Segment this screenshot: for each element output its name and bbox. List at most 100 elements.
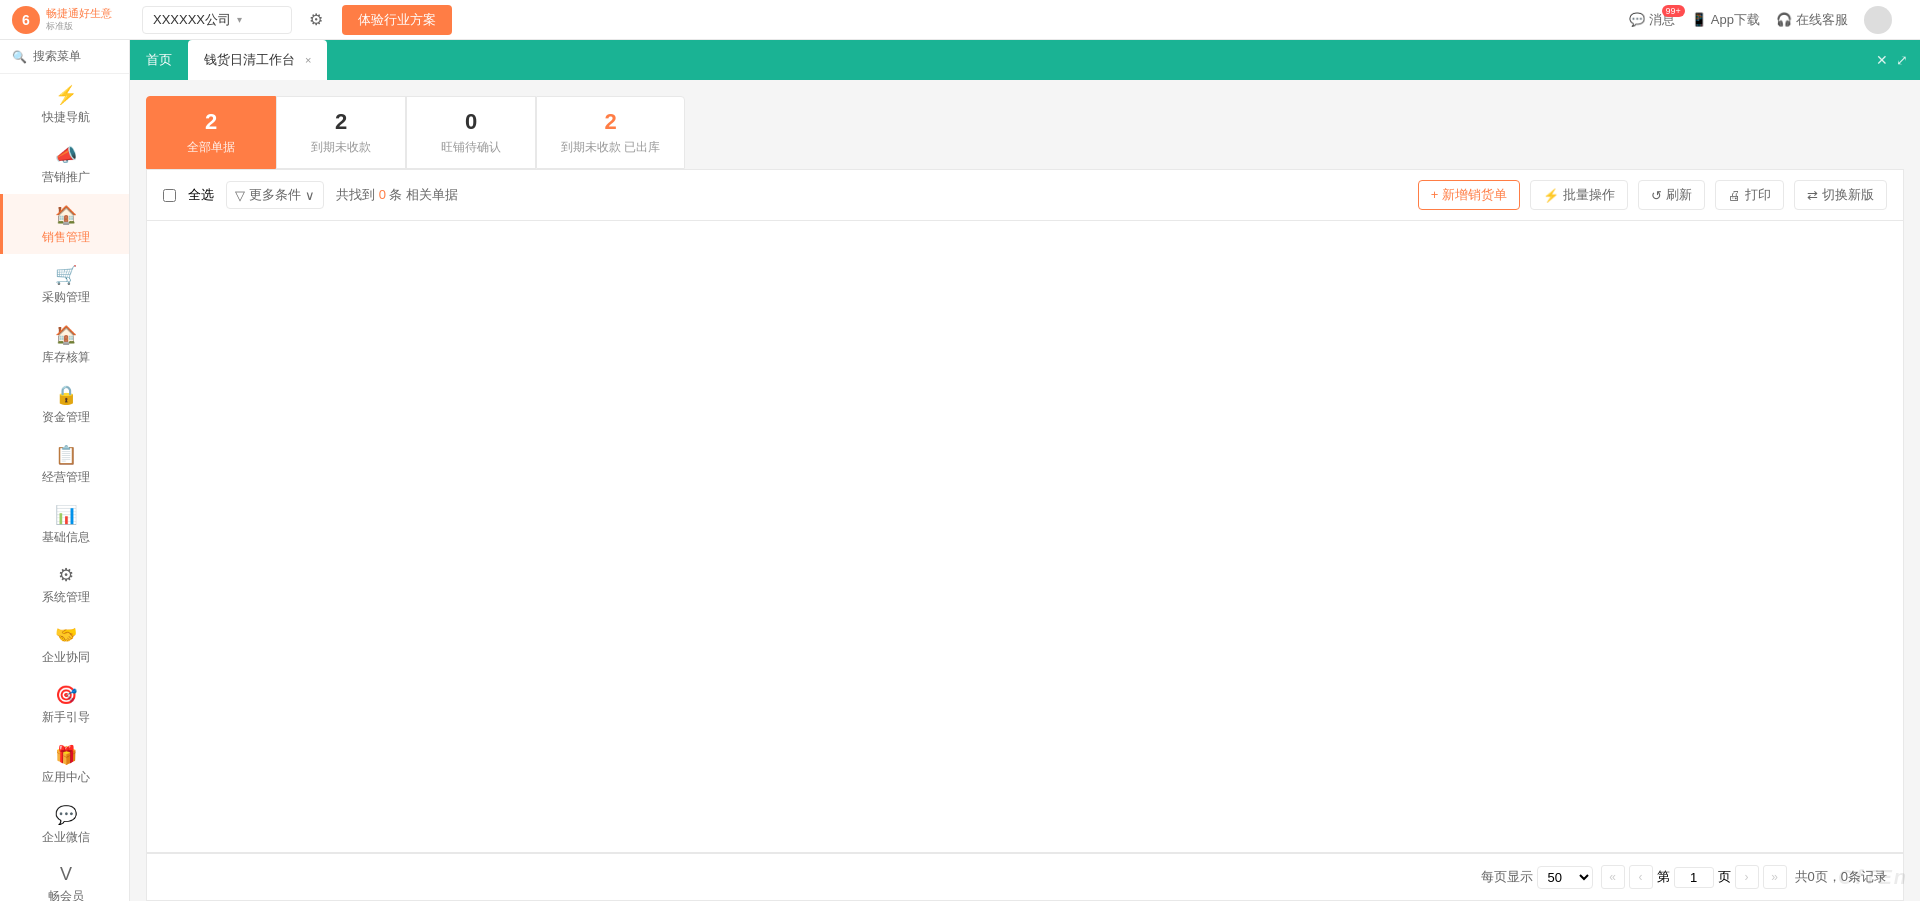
tab-close-icon[interactable]: ✕ [1876, 52, 1888, 68]
sidebar: 🔍 搜索菜单 ⚡ 快捷导航 📣 营销推广 🏠 销售管理 🛒 采购管理 🏠 库存核… [0, 40, 130, 901]
page-first-button[interactable]: « [1601, 865, 1625, 889]
sidebar-item-label: 经营管理 [42, 469, 90, 486]
tab-workbench-label: 钱货日清工作台 [204, 51, 295, 69]
toolbar-right: + 新增销货单 ⚡ 批量操作 ↺ 刷新 🖨 打印 ⇄ [1418, 180, 1887, 210]
sidebar-item-label: 企业微信 [42, 829, 90, 846]
tab-home[interactable]: 首页 [130, 40, 188, 80]
online-service-label: 在线客服 [1796, 11, 1848, 29]
page-size-selector: 每页显示 50 20 100 [1481, 866, 1593, 889]
sidebar-item-inventory[interactable]: 🏠 库存核算 [0, 314, 129, 374]
page-label-end: 页 [1718, 868, 1731, 886]
sidebar-item-operation[interactable]: 📋 经营管理 [0, 434, 129, 494]
stat-label-pending: 旺铺待确认 [441, 139, 501, 156]
message-icon: 💬 [1629, 12, 1645, 27]
sidebar-item-purchase[interactable]: 🛒 采购管理 [0, 254, 129, 314]
pagination-bar: 每页显示 50 20 100 « ‹ 第 页 › » 共0页，0条记录 [146, 853, 1904, 901]
table-area [146, 221, 1904, 853]
search-menu-item[interactable]: 🔍 搜索菜单 [0, 40, 129, 74]
sidebar-item-label: 应用中心 [42, 769, 90, 786]
print-button[interactable]: 🖨 打印 [1715, 180, 1784, 210]
sidebar-item-system[interactable]: ⚙ 系统管理 [0, 554, 129, 614]
main-layout: 🔍 搜索菜单 ⚡ 快捷导航 📣 营销推广 🏠 销售管理 🛒 采购管理 🏠 库存核… [0, 40, 1920, 901]
sidebar-item-member[interactable]: V 畅会员 [0, 854, 129, 901]
tab-bar: 首页 钱货日清工作台 × ✕ ⤢ [130, 40, 1920, 80]
select-all-checkbox[interactable] [163, 189, 176, 202]
stat-card-all[interactable]: 2 全部单据 [146, 96, 276, 169]
refresh-button[interactable]: ↺ 刷新 [1638, 180, 1705, 210]
stat-card-pending[interactable]: 0 旺铺待确认 [406, 96, 536, 169]
top-bar-right: 💬 消息 99+ 📱 App下载 🎧 在线客服 [1629, 6, 1908, 34]
tab-home-label: 首页 [146, 51, 172, 69]
search-icon: 🔍 [12, 50, 27, 64]
member-icon: V [60, 864, 72, 885]
search-menu-label: 搜索菜单 [33, 48, 81, 65]
filter-button[interactable]: ▽ 更多条件 ∨ [226, 181, 324, 209]
app-download-label: App下载 [1711, 11, 1760, 29]
stat-card-overdue[interactable]: 2 到期未收款 [276, 96, 406, 169]
per-page-label: 每页显示 [1481, 868, 1533, 886]
purchase-icon: 🛒 [55, 264, 77, 286]
top-bar: 6 畅捷通好生意 标准版 XXXXXX公司 ▾ ⚙ 体验行业方案 💬 消息 99… [0, 0, 1920, 40]
page-last-button[interactable]: » [1763, 865, 1787, 889]
tab-expand-icon[interactable]: ⤢ [1896, 52, 1908, 68]
sidebar-item-quick-nav[interactable]: ⚡ 快捷导航 [0, 74, 129, 134]
logo-area: 6 畅捷通好生意 标准版 [12, 6, 142, 34]
toolbar: 全选 ▽ 更多条件 ∨ 共找到 0 条 相关单据 + 新增销货单 [146, 169, 1904, 221]
sidebar-item-enterprise[interactable]: 🤝 企业协同 [0, 614, 129, 674]
sidebar-item-finance[interactable]: 🔒 资金管理 [0, 374, 129, 434]
sidebar-item-label: 系统管理 [42, 589, 90, 606]
messages-button[interactable]: 💬 消息 99+ [1629, 11, 1675, 29]
wechat-icon: 💬 [55, 804, 77, 826]
found-number: 0 [379, 187, 386, 202]
download-icon: 📱 [1691, 12, 1707, 27]
sales-icon: 🏠 [55, 204, 77, 226]
app-download-button[interactable]: 📱 App下载 [1691, 11, 1760, 29]
sidebar-item-label: 快捷导航 [42, 109, 90, 126]
page-label: 第 [1657, 868, 1670, 886]
page-input[interactable] [1674, 867, 1714, 888]
main-content: 首页 钱货日清工作台 × ✕ ⤢ 2 全部单据 2 到期未收款 [130, 40, 1920, 901]
batch-operation-button[interactable]: ⚡ 批量操作 [1530, 180, 1628, 210]
sidebar-item-wechat[interactable]: 💬 企业微信 [0, 794, 129, 854]
print-label: 打印 [1745, 186, 1771, 204]
enterprise-icon: 🤝 [55, 624, 77, 646]
appstore-icon: 🎁 [55, 744, 77, 766]
sidebar-item-appstore[interactable]: 🎁 应用中心 [0, 734, 129, 794]
sidebar-item-guide[interactable]: 🎯 新手引导 [0, 674, 129, 734]
switch-version-button[interactable]: ⇄ 切换新版 [1794, 180, 1887, 210]
tab-close-icon[interactable]: × [305, 54, 311, 66]
page-area: 2 全部单据 2 到期未收款 0 旺铺待确认 2 到期未收款 已出库 [130, 80, 1920, 901]
select-all-label: 全选 [188, 186, 214, 204]
sidebar-item-label: 库存核算 [42, 349, 90, 366]
chevron-down-icon: ▾ [237, 14, 242, 25]
stat-label-all: 全部单据 [187, 139, 235, 156]
per-page-select[interactable]: 50 20 100 [1537, 866, 1593, 889]
online-service-button[interactable]: 🎧 在线客服 [1776, 11, 1848, 29]
sidebar-item-label: 资金管理 [42, 409, 90, 426]
company-selector[interactable]: XXXXXX公司 ▾ [142, 6, 292, 34]
tab-workbench[interactable]: 钱货日清工作台 × [188, 40, 327, 80]
filter-label: 更多条件 [249, 186, 301, 204]
stat-number-shipped: 2 [605, 109, 617, 135]
new-order-button[interactable]: + 新增销货单 [1418, 180, 1520, 210]
settings-icon[interactable]: ⚙ [300, 4, 332, 36]
page-next-button[interactable]: › [1735, 865, 1759, 889]
basic-icon: 📊 [55, 504, 77, 526]
switch-label: 切换新版 [1822, 186, 1874, 204]
guide-icon: 🎯 [55, 684, 77, 706]
trial-button[interactable]: 体验行业方案 [342, 5, 452, 35]
stats-row: 2 全部单据 2 到期未收款 0 旺铺待确认 2 到期未收款 已出库 [130, 80, 1920, 169]
switch-icon: ⇄ [1807, 188, 1818, 203]
avatar[interactable] [1864, 6, 1892, 34]
page-nav: « ‹ 第 页 › » [1601, 865, 1787, 889]
filter-chevron-icon: ∨ [305, 188, 315, 203]
watermark: OfTEn [1838, 866, 1908, 889]
sidebar-item-label: 畅会员 [48, 888, 84, 901]
company-name: XXXXXX公司 [153, 11, 231, 29]
sidebar-item-marketing[interactable]: 📣 营销推广 [0, 134, 129, 194]
sidebar-item-sales[interactable]: 🏠 销售管理 [0, 194, 129, 254]
sidebar-item-basic[interactable]: 📊 基础信息 [0, 494, 129, 554]
stat-card-shipped[interactable]: 2 到期未收款 已出库 [536, 96, 685, 169]
sidebar-item-label: 销售管理 [42, 229, 90, 246]
page-prev-button[interactable]: ‹ [1629, 865, 1653, 889]
